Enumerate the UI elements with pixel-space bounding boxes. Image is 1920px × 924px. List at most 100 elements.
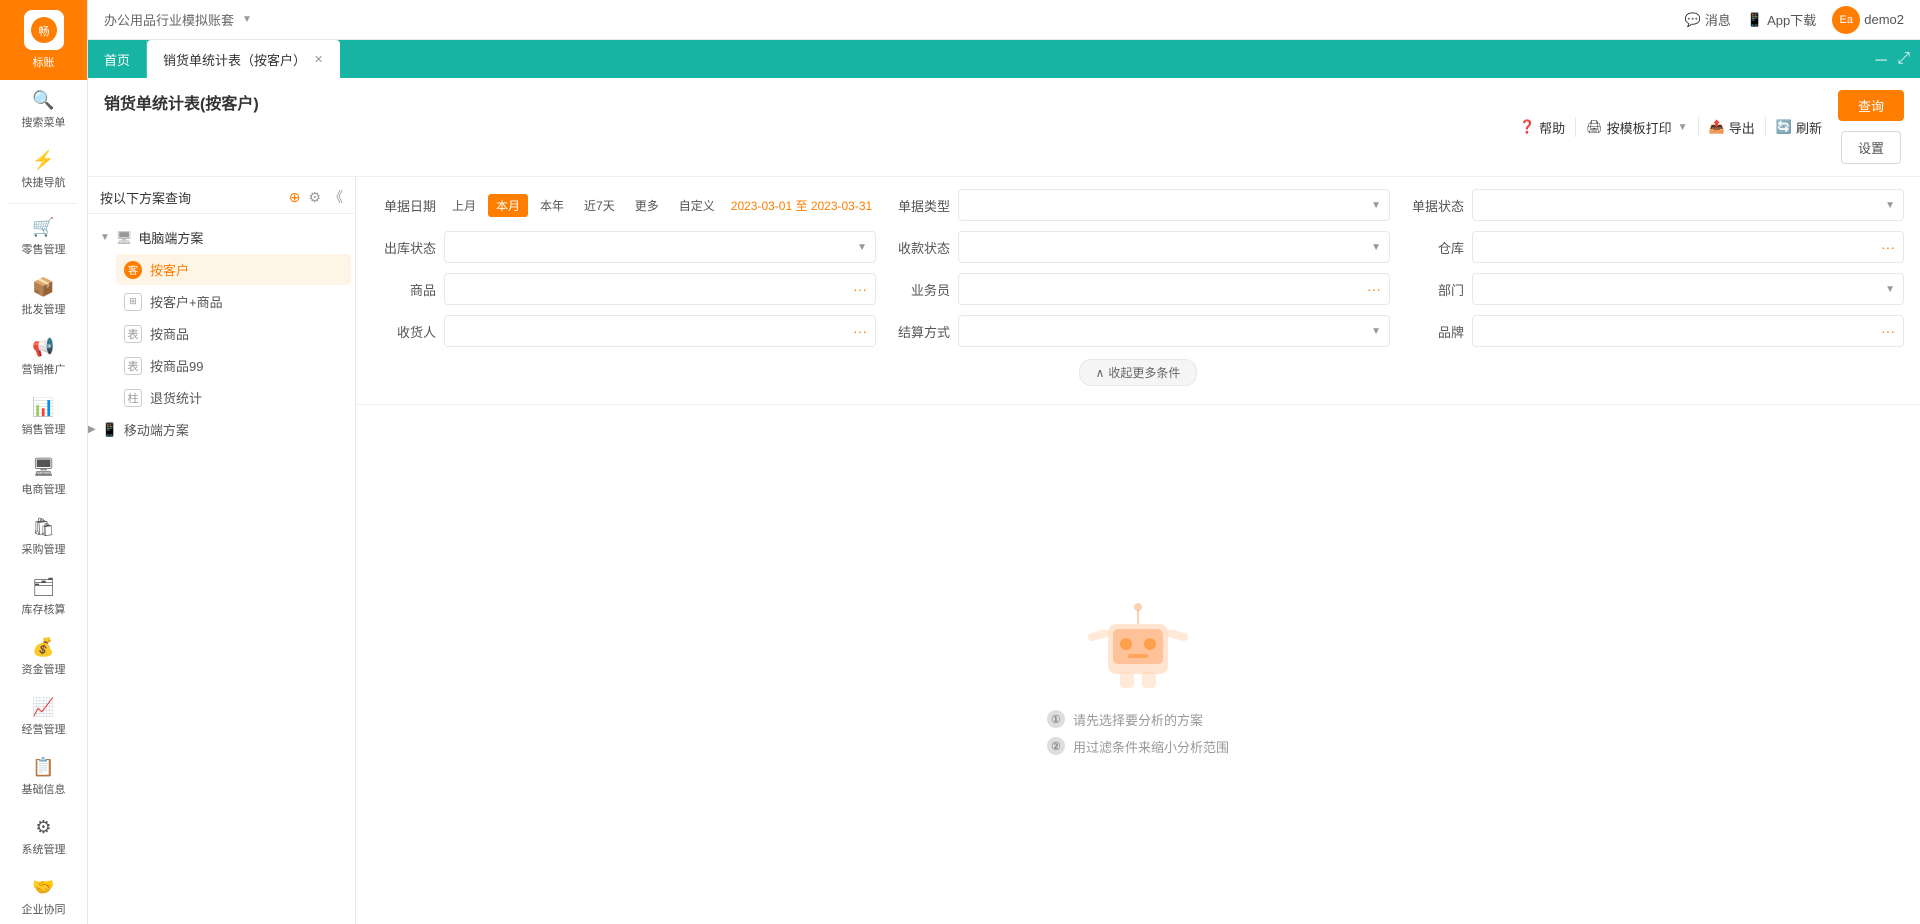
receipt-status-arrow-icon: ▼	[1371, 242, 1381, 253]
sidebar-item-marketing-label: 营销推广	[22, 361, 66, 377]
print-btn[interactable]: 🖨 按模板打印 ▼	[1586, 118, 1687, 137]
system-icon: ⚙	[35, 817, 51, 838]
sidebar-item-sales[interactable]: 📊 销售管理	[0, 387, 87, 447]
help-label: 帮助	[1539, 118, 1565, 137]
salesperson-field[interactable]: ···	[958, 273, 1390, 305]
sidebar-item-wholesale[interactable]: 📦 批发管理	[0, 267, 87, 327]
sidebar-item-cooperation[interactable]: 🤝 企业协同	[0, 867, 87, 924]
sidebar-item-marketing[interactable]: 📢 营销推广	[0, 327, 87, 387]
settlement-field[interactable]: ▼	[958, 315, 1390, 347]
return-stats-label: 退货统计	[150, 388, 202, 407]
date-btn-last-month[interactable]: 上月	[444, 194, 484, 217]
warehouse-label: 仓库	[1400, 238, 1472, 257]
sidebar-item-quick-nav[interactable]: ⚡ 快捷导航	[0, 140, 87, 200]
sidebar-item-purchase[interactable]: 🛍 采购管理	[0, 507, 87, 567]
breadcrumb-text: 办公用品行业模拟账套	[104, 10, 234, 29]
tab-close-icon[interactable]: ✕	[314, 53, 323, 66]
avatar-text: Ea	[1840, 14, 1853, 26]
sidebar-menu: 🔍 搜索菜单 ⚡ 快捷导航 🛒 零售管理 📦 批发管理 📢 营销推广 📊 销售管…	[0, 80, 87, 924]
action-divider-1	[1575, 117, 1576, 137]
action-divider-3	[1765, 117, 1766, 137]
main-sidebar: 畅 标账 🔍 搜索菜单 ⚡ 快捷导航 🛒 零售管理 📦 批发管理 📢 营销推广 …	[0, 0, 88, 924]
sidebar-item-finance[interactable]: 💰 资金管理	[0, 627, 87, 687]
logo-area[interactable]: 畅 标账	[0, 0, 87, 80]
date-btn-this-month[interactable]: 本月	[488, 194, 528, 217]
sidebar-item-basic-info[interactable]: 📋 基础信息	[0, 747, 87, 807]
query-button[interactable]: 查询	[1838, 90, 1904, 121]
department-label: 部门	[1400, 280, 1472, 299]
maximize-icon[interactable]: ⤢	[1897, 50, 1910, 68]
sidebar-item-search[interactable]: 🔍 搜索菜单	[0, 80, 87, 140]
tab-sales-stats[interactable]: 销货单统计表（按客户） ✕	[147, 40, 340, 78]
out-status-arrow-icon: ▼	[857, 242, 867, 253]
sidebar-item-retail[interactable]: 🛒 零售管理	[0, 207, 87, 267]
warehouse-field[interactable]: ···	[1472, 231, 1904, 263]
recipient-field[interactable]: ···	[444, 315, 876, 347]
refresh-btn[interactable]: 🔄 刷新	[1776, 118, 1822, 137]
desktop-group-icon: 🖥	[116, 230, 133, 246]
brand-label: 品牌	[1400, 322, 1472, 341]
brand-dots-icon[interactable]: ···	[1881, 323, 1895, 339]
filter-row-4: 收货人 ··· 结算方式 ▼	[372, 315, 1904, 347]
minimize-icon[interactable]: －	[1873, 47, 1889, 71]
message-btn[interactable]: 💬 消息	[1685, 10, 1731, 29]
basic-info-icon: 📋	[32, 757, 54, 778]
add-scheme-btn[interactable]: ⊕	[289, 189, 301, 206]
tree-group-mobile-header[interactable]: ▶ 📱 移动端方案	[88, 414, 355, 445]
out-status-field[interactable]: ▼	[444, 231, 876, 263]
settings-scheme-btn[interactable]: ⚙	[308, 189, 321, 206]
operations-icon: 📈	[32, 697, 54, 718]
left-panel-header: 按以下方案查询 ⊕ ⚙ 《	[88, 177, 355, 214]
help-btn[interactable]: ❓ 帮助	[1519, 118, 1565, 137]
sidebar-item-ecommerce-label: 电商管理	[22, 481, 66, 497]
message-label: 消息	[1705, 10, 1731, 29]
tree-item-by-customer[interactable]: 客 按客户	[116, 254, 351, 285]
app-download-btn[interactable]: 📱 App下载	[1747, 10, 1816, 29]
export-btn[interactable]: 📤 导出	[1709, 118, 1755, 137]
sidebar-item-ecommerce[interactable]: 🖥 电商管理	[0, 447, 87, 507]
sidebar-item-retail-label: 零售管理	[22, 241, 66, 257]
right-panel-inner: 单据日期 上月 本月 本年 近7天 更多 自定义 2023-03-01 至 20…	[356, 177, 1920, 924]
retail-icon: 🛒	[32, 217, 54, 238]
goods-field[interactable]: ···	[444, 273, 876, 305]
date-btn-custom[interactable]: 自定义	[671, 194, 723, 217]
salesperson-dots-icon[interactable]: ···	[1367, 281, 1381, 297]
by-customer-goods-icon: ⊞	[124, 293, 142, 311]
tree-item-return-stats[interactable]: 柱 退货统计	[116, 382, 351, 413]
collapse-btn[interactable]: ∧ 收起更多条件	[1079, 359, 1198, 386]
collapse-panel-btn[interactable]: 《	[329, 187, 343, 207]
sidebar-item-system[interactable]: ⚙ 系统管理	[0, 807, 87, 867]
user-profile-btn[interactable]: Ea demo2	[1832, 6, 1904, 34]
refresh-icon: 🔄	[1776, 119, 1792, 135]
content-wrapper: 按以下方案查询 ⊕ ⚙ 《 ▼ 🖥 电脑端方案	[88, 177, 1920, 924]
filter-order-type-cell: 单据类型 ▼	[886, 189, 1390, 221]
brand-field[interactable]: ···	[1472, 315, 1904, 347]
desktop-group-arrow-icon: ▼	[100, 232, 110, 243]
receipt-status-field[interactable]: ▼	[958, 231, 1390, 263]
tree-item-by-goods[interactable]: 表 按商品	[116, 318, 351, 349]
warehouse-dots-icon[interactable]: ···	[1881, 239, 1895, 255]
sidebar-item-inventory[interactable]: 🗂 库存核算	[0, 567, 87, 627]
order-type-field[interactable]: ▼	[958, 189, 1390, 221]
filter-brand-cell: 品牌 ···	[1400, 315, 1904, 347]
tree-desktop-children: 客 按客户 ⊞ 按客户+商品 表 按商品	[88, 254, 355, 413]
date-btn-7days[interactable]: 近7天	[576, 194, 623, 217]
tab-home[interactable]: 首页	[88, 40, 147, 78]
tree-item-by-customer-goods[interactable]: ⊞ 按客户+商品	[116, 286, 351, 317]
tree-item-by-goods-99[interactable]: 表 按商品99	[116, 350, 351, 381]
goods-dots-icon[interactable]: ···	[853, 281, 867, 297]
tree-group-desktop-header[interactable]: ▼ 🖥 电脑端方案	[88, 222, 355, 253]
inventory-icon: 🗂	[32, 577, 55, 598]
date-btn-more[interactable]: 更多	[627, 194, 667, 217]
collapse-label: 收起更多条件	[1108, 364, 1180, 381]
print-dropdown-icon[interactable]: ▼	[1678, 122, 1688, 133]
order-status-field[interactable]: ▼	[1472, 189, 1904, 221]
main-area: 办公用品行业模拟账套 ▼ 💬 消息 📱 App下载 Ea demo2 首页	[88, 0, 1920, 924]
breadcrumb-dropdown-icon[interactable]: ▼	[242, 14, 252, 25]
desktop-group-label: 电脑端方案	[138, 228, 203, 247]
sidebar-item-operations[interactable]: 📈 经营管理	[0, 687, 87, 747]
settings-button[interactable]: 设置	[1841, 131, 1901, 164]
date-btn-this-year[interactable]: 本年	[532, 194, 572, 217]
department-field[interactable]: ▼	[1472, 273, 1904, 305]
recipient-dots-icon[interactable]: ···	[853, 323, 867, 339]
